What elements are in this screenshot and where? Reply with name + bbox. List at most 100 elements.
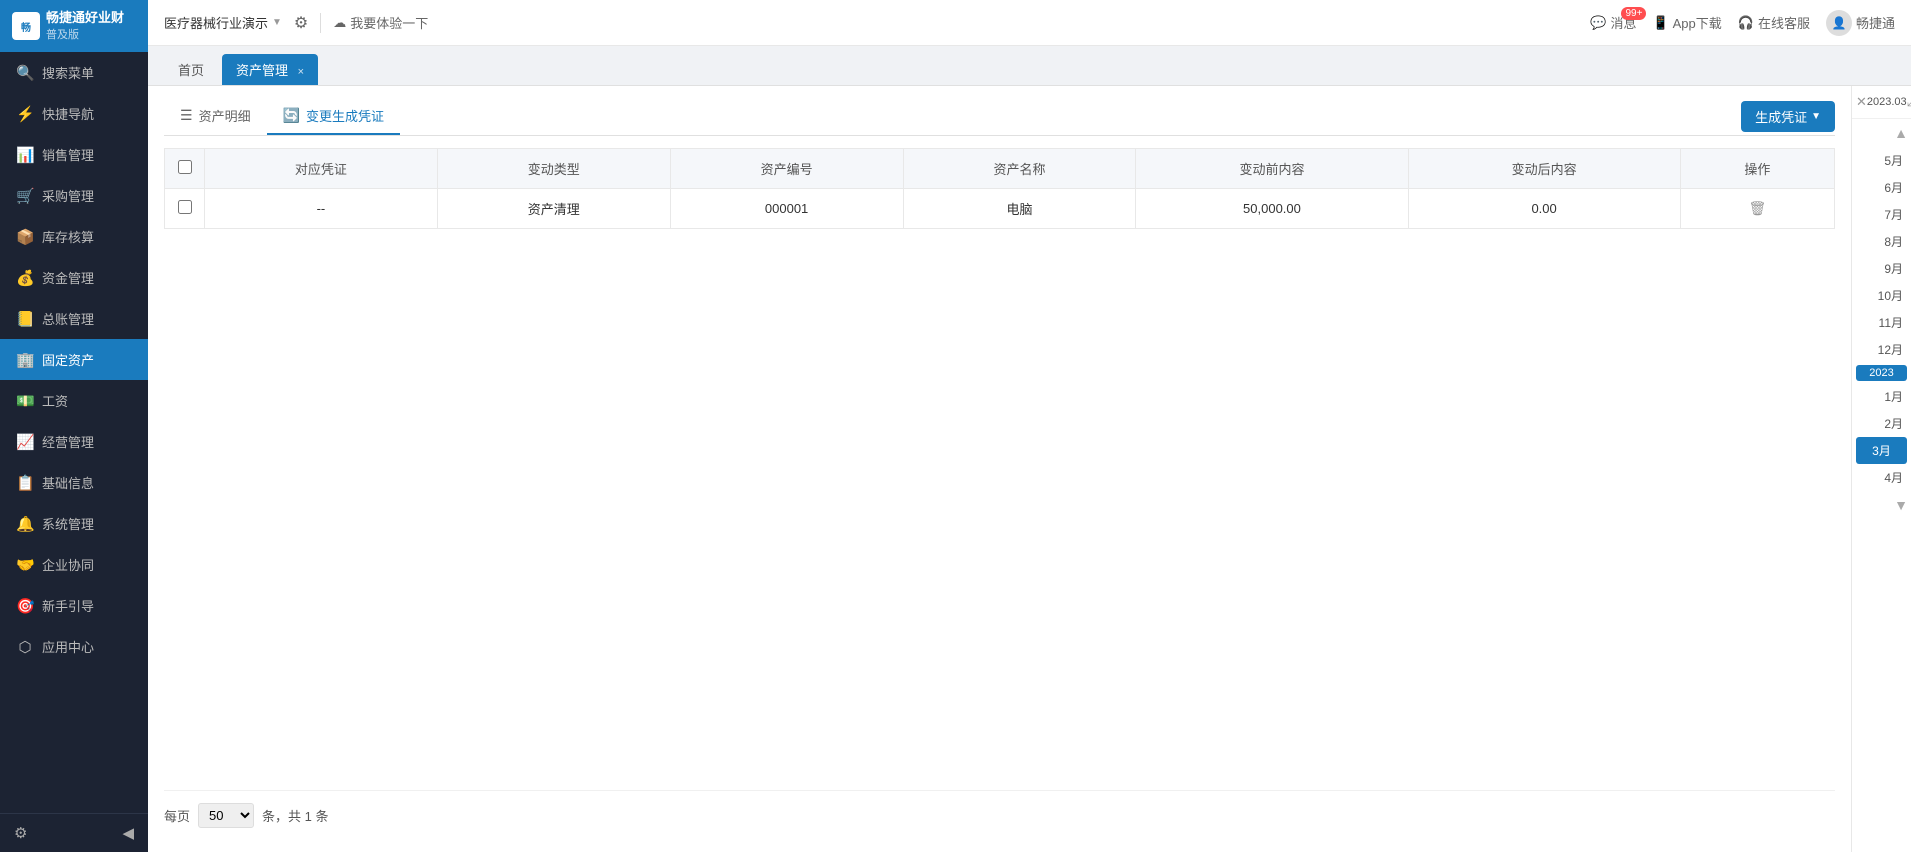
search-icon: 🔍 bbox=[16, 64, 34, 82]
year-marker-2023[interactable]: 2023 bbox=[1856, 365, 1907, 381]
company-selector[interactable]: 医疗器械行业演示 ▼ bbox=[164, 13, 282, 32]
th-voucher: 对应凭证 bbox=[205, 149, 438, 189]
date-month-2023-2[interactable]: 2月 bbox=[1852, 410, 1911, 437]
sidebar-label-funds: 资金管理 bbox=[42, 268, 94, 287]
sub-tab-asset-detail[interactable]: ☰ 资产明细 bbox=[164, 98, 267, 135]
row-before-change: 50,000.00 bbox=[1136, 189, 1408, 229]
row-change-type: 资产清理 bbox=[437, 189, 670, 229]
row-operation: 🗑 bbox=[1680, 189, 1834, 229]
sidebar-footer: ⚙ ◀ bbox=[0, 813, 148, 852]
sidebar-item-funds[interactable]: 💰 资金管理 bbox=[0, 257, 148, 298]
select-all-checkbox[interactable] bbox=[178, 160, 192, 174]
th-asset-name: 资产名称 bbox=[903, 149, 1136, 189]
tab-asset-management[interactable]: 资产管理 × bbox=[222, 54, 318, 85]
date-month-5[interactable]: 5月 bbox=[1852, 147, 1911, 174]
messages-button[interactable]: 💬 消息 99+ bbox=[1590, 13, 1636, 32]
row-asset-code: 000001 bbox=[670, 189, 903, 229]
sidebar-item-purchase[interactable]: 🛒 采购管理 bbox=[0, 175, 148, 216]
date-month-11[interactable]: 11月 bbox=[1852, 309, 1911, 336]
date-month-7[interactable]: 7月 bbox=[1852, 201, 1911, 228]
date-month-2023-1[interactable]: 1月 bbox=[1852, 383, 1911, 410]
change-voucher-icon: 🔄 bbox=[283, 107, 300, 124]
date-month-12[interactable]: 12月 bbox=[1852, 336, 1911, 363]
sidebar-item-quick-nav[interactable]: ⚡ 快捷导航 bbox=[0, 93, 148, 134]
tabs-bar: 首页 资产管理 × bbox=[148, 46, 1911, 86]
topbar-settings-icon[interactable]: ⚙ bbox=[294, 13, 308, 33]
feedback-button[interactable]: ☁ 我要体验一下 bbox=[333, 13, 428, 32]
logo-title: 畅捷通好业财 bbox=[46, 10, 124, 26]
user-label: 畅捷通 bbox=[1856, 13, 1895, 32]
row-checkbox[interactable] bbox=[178, 200, 192, 214]
date-month-8[interactable]: 8月 bbox=[1852, 228, 1911, 255]
sidebar-item-inventory[interactable]: 📦 库存核算 bbox=[0, 216, 148, 257]
date-month-10[interactable]: 10月 bbox=[1852, 282, 1911, 309]
sidebar-label-ledger: 总账管理 bbox=[42, 309, 94, 328]
sales-icon: 📊 bbox=[16, 146, 34, 164]
sidebar-label-operations: 经营管理 bbox=[42, 432, 94, 451]
row-asset-name: 电脑 bbox=[903, 189, 1136, 229]
collapse-icon[interactable]: ◀ bbox=[122, 824, 134, 842]
th-after-change: 变动后内容 bbox=[1408, 149, 1680, 189]
asset-detail-icon: ☰ bbox=[180, 107, 193, 124]
table-row: -- 资产清理 000001 电脑 50,000.00 0.00 🗑 bbox=[165, 189, 1835, 229]
th-change-type: 变动类型 bbox=[437, 149, 670, 189]
date-nav-up-button[interactable]: ▲ bbox=[1891, 123, 1911, 143]
sidebar-item-operations[interactable]: 📈 经营管理 bbox=[0, 421, 148, 462]
sidebar-label-search: 搜索菜单 bbox=[42, 63, 94, 82]
customer-service-icon: 🎧 bbox=[1738, 15, 1754, 31]
settings-icon[interactable]: ⚙ bbox=[14, 824, 27, 842]
ledger-icon: 📒 bbox=[16, 310, 34, 328]
sidebar-item-salary[interactable]: 💵 工资 bbox=[0, 380, 148, 421]
per-page-select[interactable]: 10 20 50 100 bbox=[198, 803, 254, 828]
sidebar-label-salary: 工资 bbox=[42, 391, 68, 410]
date-month-6[interactable]: 6月 bbox=[1852, 174, 1911, 201]
inventory-icon: 📦 bbox=[16, 228, 34, 246]
sub-tab-change-voucher[interactable]: 🔄 变更生成凭证 bbox=[267, 98, 400, 135]
data-table: 对应凭证 变动类型 资产编号 资产名称 变动前内容 变动后内容 操作 bbox=[164, 148, 1835, 229]
sidebar-nav: 🔍 搜索菜单 ⚡ 快捷导航 📊 销售管理 🛒 采购管理 📦 库存核算 💰 资金管… bbox=[0, 52, 148, 813]
date-month-2023-4[interactable]: 4月 bbox=[1852, 464, 1911, 491]
pagination: 每页 10 20 50 100 条，共 1 条 bbox=[164, 790, 1835, 840]
delete-icon[interactable]: 🗑 bbox=[1748, 200, 1766, 216]
sidebar-label-sales: 销售管理 bbox=[42, 145, 94, 164]
sidebar-item-app-center[interactable]: ⬡ 应用中心 bbox=[0, 626, 148, 667]
sub-tabs: ☰ 资产明细 🔄 变更生成凭证 生成凭证 ▼ bbox=[164, 98, 1835, 136]
table-wrapper: 对应凭证 变动类型 资产编号 资产名称 变动前内容 变动后内容 操作 bbox=[164, 148, 1835, 790]
page-content: ☰ 资产明细 🔄 变更生成凭证 生成凭证 ▼ bbox=[148, 86, 1911, 852]
row-checkbox-cell bbox=[165, 189, 205, 229]
date-nav-down-button[interactable]: ▼ bbox=[1891, 495, 1911, 515]
th-before-change: 变动前内容 bbox=[1136, 149, 1408, 189]
sidebar-label-purchase: 采购管理 bbox=[42, 186, 94, 205]
basic-info-icon: 📋 bbox=[16, 474, 34, 492]
date-panel-close-icon[interactable]: ✕ bbox=[1856, 94, 1867, 110]
sidebar-logo: 畅 畅捷通好业财 普及版 bbox=[0, 0, 148, 52]
date-month-2023-3[interactable]: 3月 bbox=[1856, 437, 1907, 464]
sidebar-item-basic-info[interactable]: 📋 基础信息 bbox=[0, 462, 148, 503]
sidebar-label-guide: 新手引导 bbox=[42, 596, 94, 615]
avatar: 👤 bbox=[1826, 10, 1852, 36]
sidebar-item-search[interactable]: 🔍 搜索菜单 bbox=[0, 52, 148, 93]
date-panel-expand-icon[interactable]: ⤢ bbox=[1907, 94, 1911, 110]
funds-icon: 💰 bbox=[16, 269, 34, 287]
logo-subtitle: 普及版 bbox=[46, 26, 124, 42]
th-checkbox bbox=[165, 149, 205, 189]
sidebar-item-fixed-assets[interactable]: 🏢 固定资产 bbox=[0, 339, 148, 380]
customer-service-button[interactable]: 🎧 在线客服 bbox=[1738, 13, 1810, 32]
sidebar-label-app-center: 应用中心 bbox=[42, 637, 94, 656]
date-month-9[interactable]: 9月 bbox=[1852, 255, 1911, 282]
generate-voucher-button[interactable]: 生成凭证 ▼ bbox=[1741, 101, 1835, 132]
sidebar-item-ledger[interactable]: 📒 总账管理 bbox=[0, 298, 148, 339]
app-download-button[interactable]: 📱 App下载 bbox=[1652, 13, 1721, 32]
user-menu[interactable]: 👤 畅捷通 bbox=[1826, 10, 1895, 36]
sidebar-item-enterprise[interactable]: 🤝 企业协同 bbox=[0, 544, 148, 585]
sidebar-item-sales[interactable]: 📊 销售管理 bbox=[0, 134, 148, 175]
tab-close-icon[interactable]: × bbox=[298, 66, 304, 78]
sidebar-label-quick-nav: 快捷导航 bbox=[42, 104, 94, 123]
th-asset-code: 资产编号 bbox=[670, 149, 903, 189]
company-name: 医疗器械行业演示 bbox=[164, 13, 268, 32]
sidebar-item-system[interactable]: 🔔 系统管理 bbox=[0, 503, 148, 544]
tab-home[interactable]: 首页 bbox=[164, 54, 218, 85]
row-after-change: 0.00 bbox=[1408, 189, 1680, 229]
sidebar-label-enterprise: 企业协同 bbox=[42, 555, 94, 574]
sidebar-item-guide[interactable]: 🎯 新手引导 bbox=[0, 585, 148, 626]
